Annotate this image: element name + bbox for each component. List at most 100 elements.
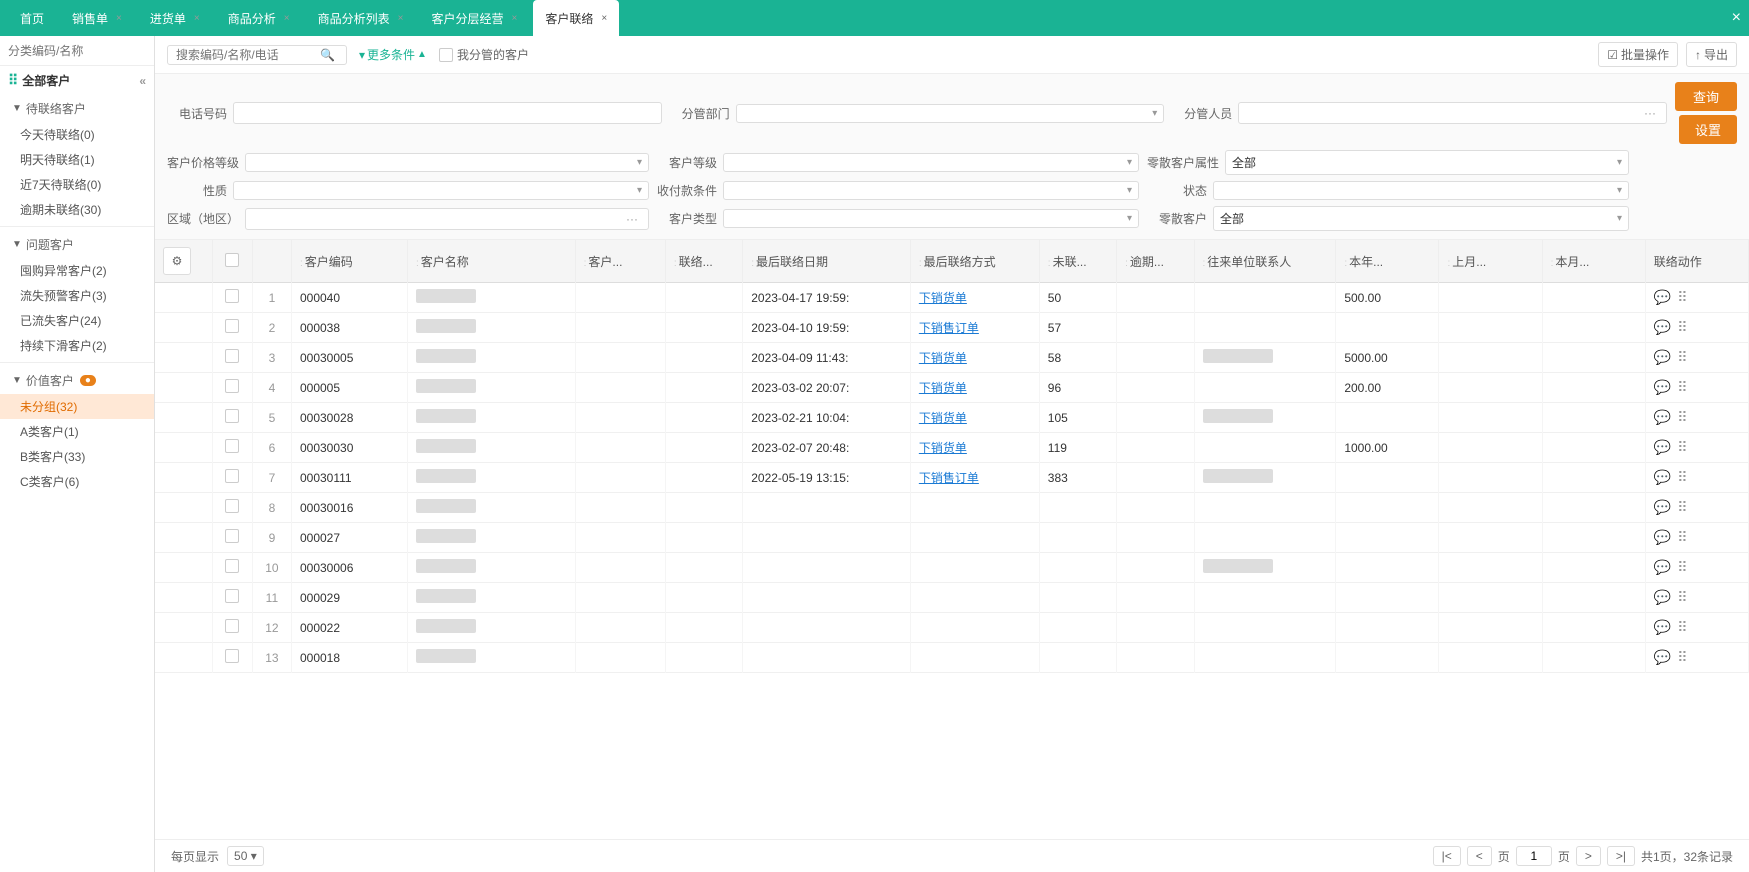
more-action-icon[interactable]: ⠿ bbox=[1677, 499, 1687, 516]
more-action-icon[interactable]: ⠿ bbox=[1677, 319, 1687, 336]
tab-product-analysis-close[interactable]: × bbox=[284, 13, 290, 24]
more-action-icon[interactable]: ⠿ bbox=[1677, 469, 1687, 486]
reset-button[interactable]: 设置 bbox=[1679, 115, 1737, 144]
table-cell[interactable]: 下销货单 bbox=[910, 343, 1039, 373]
query-button[interactable]: 查询 bbox=[1675, 82, 1737, 111]
contact-action-icon[interactable]: 💬 bbox=[1654, 289, 1671, 306]
adv-select-sparse-attr[interactable]: 全部 ▾ bbox=[1225, 150, 1629, 175]
row-checkbox[interactable] bbox=[225, 559, 239, 573]
row-checkbox[interactable] bbox=[225, 499, 239, 513]
sidebar-item-overdue-contact[interactable]: 逾期未联络(30) bbox=[0, 197, 154, 222]
batch-operation-button[interactable]: ☑ 批量操作 bbox=[1598, 42, 1678, 67]
table-cell[interactable]: 下销货单 bbox=[910, 283, 1039, 313]
sidebar-item-7days-contact[interactable]: 近7天待联络(0) bbox=[0, 172, 154, 197]
adv-select-sparse-customer[interactable]: 全部 ▾ bbox=[1213, 206, 1629, 231]
more-action-icon[interactable]: ⠿ bbox=[1677, 559, 1687, 576]
row-checkbox[interactable] bbox=[225, 469, 239, 483]
contact-action-icon[interactable]: 💬 bbox=[1654, 649, 1671, 666]
sidebar-collapse-icon[interactable]: « bbox=[139, 74, 146, 88]
tab-purchase[interactable]: 进货单 × bbox=[138, 0, 212, 36]
col-last-contact-way[interactable]: :最后联络方式 bbox=[910, 240, 1039, 283]
row-checkbox[interactable] bbox=[225, 349, 239, 363]
prev-page-button[interactable]: < bbox=[1467, 846, 1492, 866]
col-name[interactable]: :客户名称 bbox=[408, 240, 576, 283]
row-checkbox[interactable] bbox=[225, 649, 239, 663]
tab-purchase-close[interactable]: × bbox=[194, 13, 200, 24]
row-checkbox[interactable] bbox=[225, 529, 239, 543]
next-page-button[interactable]: > bbox=[1576, 846, 1601, 866]
contact-action-icon[interactable]: 💬 bbox=[1654, 379, 1671, 396]
tab-customer-contact-close[interactable]: × bbox=[601, 13, 607, 24]
sidebar-item-churn-warning[interactable]: 流失预警客户(3) bbox=[0, 283, 154, 308]
tab-product-analysis[interactable]: 商品分析 × bbox=[216, 0, 302, 36]
all-customers-header[interactable]: ⠿ 全部客户 « bbox=[0, 66, 154, 95]
sidebar-item-ungroup[interactable]: 未分组(32) bbox=[0, 394, 154, 419]
more-action-icon[interactable]: ⠿ bbox=[1677, 289, 1687, 306]
row-checkbox[interactable] bbox=[225, 619, 239, 633]
adv-select-dept[interactable]: ▾ bbox=[736, 104, 1165, 123]
col-contact[interactable]: :联络... bbox=[665, 240, 742, 283]
more-action-icon[interactable]: ⠿ bbox=[1677, 409, 1687, 426]
filter-search-input[interactable] bbox=[176, 48, 316, 62]
contact-action-icon[interactable]: 💬 bbox=[1654, 439, 1671, 456]
sidebar-item-class-b[interactable]: B类客户(33) bbox=[0, 444, 154, 469]
adv-select-price-level[interactable]: ▾ bbox=[245, 153, 649, 172]
select-all-checkbox[interactable] bbox=[225, 253, 239, 267]
per-page-select[interactable]: 50 ▾ bbox=[227, 846, 264, 866]
col-this-month[interactable]: :本月... bbox=[1542, 240, 1645, 283]
contact-action-icon[interactable]: 💬 bbox=[1654, 619, 1671, 636]
last-page-button[interactable]: >| bbox=[1607, 846, 1635, 866]
tab-product-analysis-list-close[interactable]: × bbox=[398, 13, 404, 24]
adv-select-status[interactable]: ▾ bbox=[1213, 181, 1629, 200]
row-checkbox[interactable] bbox=[225, 289, 239, 303]
contact-action-icon[interactable]: 💬 bbox=[1654, 529, 1671, 546]
more-action-icon[interactable]: ⠿ bbox=[1677, 379, 1687, 396]
tab-customer-contact[interactable]: 客户联络 × bbox=[533, 0, 619, 36]
row-checkbox[interactable] bbox=[225, 589, 239, 603]
row-checkbox[interactable] bbox=[225, 409, 239, 423]
more-action-icon[interactable]: ⠿ bbox=[1677, 649, 1687, 666]
filter-more-conditions[interactable]: ▾ 更多条件 ▲ bbox=[359, 46, 427, 63]
col-last-month[interactable]: :上月... bbox=[1439, 240, 1542, 283]
table-cell[interactable]: 下销货单 bbox=[910, 433, 1039, 463]
contact-action-icon[interactable]: 💬 bbox=[1654, 469, 1671, 486]
export-button[interactable]: ↑ 导出 bbox=[1686, 42, 1737, 67]
contact-action-icon[interactable]: 💬 bbox=[1654, 589, 1671, 606]
tab-sales[interactable]: 销售单 × bbox=[60, 0, 134, 36]
row-checkbox[interactable] bbox=[225, 319, 239, 333]
more-action-icon[interactable]: ⠿ bbox=[1677, 589, 1687, 606]
table-cell[interactable]: 下销货单 bbox=[910, 373, 1039, 403]
sidebar-item-class-a[interactable]: A类客户(1) bbox=[0, 419, 154, 444]
col-last-contact-date[interactable]: :最后联络日期 bbox=[743, 240, 911, 283]
sidebar-group-problem[interactable]: ▼ 问题客户 bbox=[0, 231, 154, 258]
adv-select-region[interactable]: ··· bbox=[245, 208, 649, 230]
contact-action-icon[interactable]: 💬 bbox=[1654, 409, 1671, 426]
filter-search-icon[interactable]: 🔍 bbox=[320, 48, 335, 62]
contact-action-icon[interactable]: 💬 bbox=[1654, 559, 1671, 576]
more-action-icon[interactable]: ⠿ bbox=[1677, 349, 1687, 366]
dots-icon-region[interactable]: ··· bbox=[622, 212, 642, 226]
sidebar-item-tomorrow-contact[interactable]: 明天待联络(1) bbox=[0, 147, 154, 172]
first-page-button[interactable]: |< bbox=[1433, 846, 1461, 866]
window-close-button[interactable]: × bbox=[1732, 9, 1741, 27]
tab-customer-segment[interactable]: 客户分层经营 × bbox=[419, 0, 529, 36]
col-category[interactable]: :客户... bbox=[575, 240, 665, 283]
more-action-icon[interactable]: ⠿ bbox=[1677, 439, 1687, 456]
contact-action-icon[interactable]: 💬 bbox=[1654, 499, 1671, 516]
adv-select-customer-level[interactable]: ▾ bbox=[723, 153, 1139, 172]
sidebar-item-churned[interactable]: 已流失客户(24) bbox=[0, 308, 154, 333]
tab-home[interactable]: 首页 bbox=[8, 0, 56, 36]
dots-icon-manager[interactable]: ··· bbox=[1640, 106, 1660, 120]
sidebar-item-declining[interactable]: 持续下滑客户(2) bbox=[0, 333, 154, 358]
sidebar-item-today-contact[interactable]: 今天待联络(0) bbox=[0, 122, 154, 147]
adv-select-nature[interactable]: ▾ bbox=[233, 181, 649, 200]
sidebar-item-hoarding-abnormal[interactable]: 囤购异常客户(2) bbox=[0, 258, 154, 283]
more-action-icon[interactable]: ⠿ bbox=[1677, 529, 1687, 546]
col-overdue[interactable]: :逾期... bbox=[1117, 240, 1194, 283]
my-customers-checkbox[interactable] bbox=[439, 48, 453, 62]
sidebar-search-input[interactable] bbox=[8, 44, 155, 58]
adv-select-customer-type[interactable]: ▾ bbox=[723, 209, 1139, 228]
adv-input-phone[interactable] bbox=[233, 102, 662, 124]
col-not-contacted[interactable]: :未联... bbox=[1039, 240, 1116, 283]
adv-select-manager[interactable]: ··· bbox=[1238, 102, 1667, 124]
